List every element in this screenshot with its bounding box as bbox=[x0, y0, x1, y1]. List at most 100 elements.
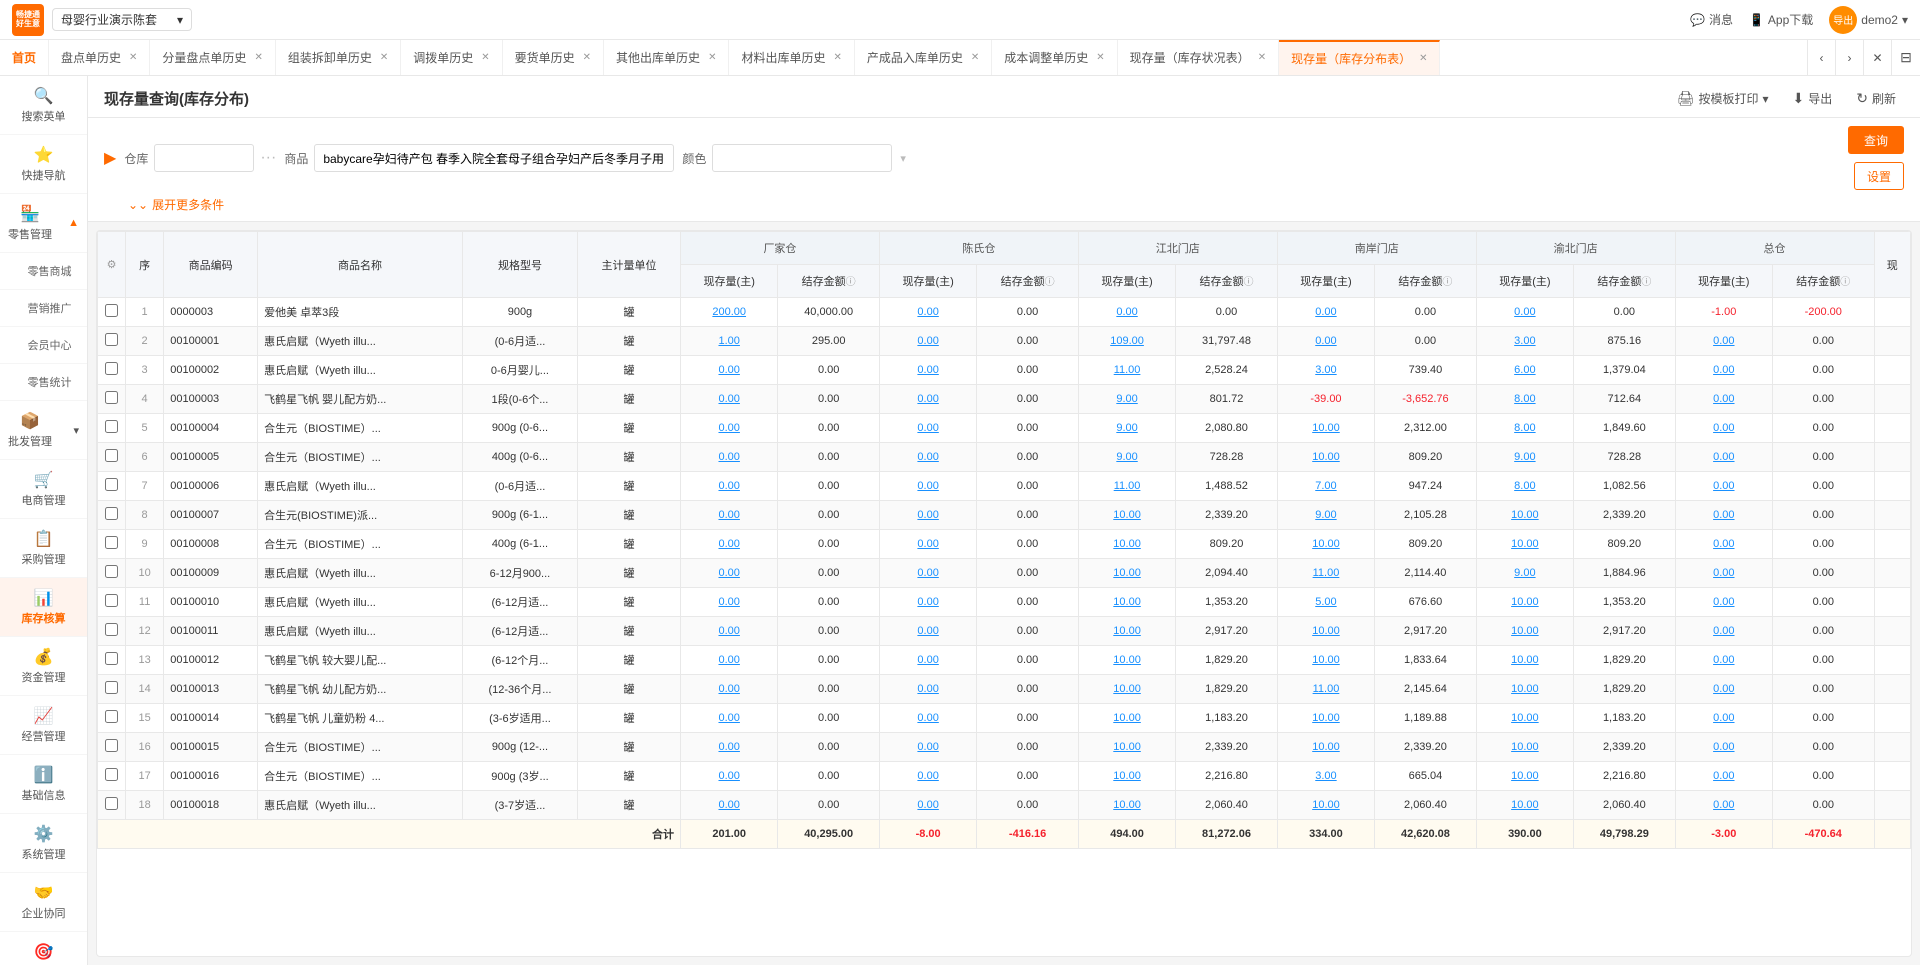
tab-yaohuo[interactable]: 要货单历史 ✕ bbox=[503, 40, 604, 76]
row-checkbox[interactable] bbox=[98, 385, 126, 414]
row-fac-stock[interactable]: 0.00 bbox=[680, 617, 777, 646]
info-icon[interactable]: ⓘ bbox=[1442, 277, 1452, 288]
row-na-stock[interactable]: 10.00 bbox=[1277, 704, 1374, 733]
row-chen-stock[interactable]: 0.00 bbox=[879, 501, 976, 530]
row-total-stock[interactable]: 0.00 bbox=[1675, 617, 1772, 646]
row-yb-stock[interactable]: 10.00 bbox=[1476, 733, 1573, 762]
row-jb-stock[interactable]: 10.00 bbox=[1078, 617, 1175, 646]
close-icon[interactable]: ✕ bbox=[1096, 52, 1104, 63]
row-checkbox[interactable] bbox=[98, 646, 126, 675]
row-jb-stock[interactable]: 10.00 bbox=[1078, 588, 1175, 617]
row-chen-stock[interactable]: 0.00 bbox=[879, 762, 976, 791]
row-na-stock[interactable]: 10.00 bbox=[1277, 646, 1374, 675]
sidebar-item-retail-stats[interactable]: 零售统计 bbox=[0, 364, 87, 401]
sidebar-item-inventory[interactable]: 📊 库存核算 bbox=[0, 578, 87, 637]
tab-qita-chuku[interactable]: 其他出库单历史 ✕ bbox=[604, 40, 729, 76]
row-total-stock[interactable]: 0.00 bbox=[1675, 443, 1772, 472]
row-chen-stock[interactable]: 0.00 bbox=[879, 617, 976, 646]
row-total-stock[interactable]: 0.00 bbox=[1675, 733, 1772, 762]
row-na-stock[interactable]: 10.00 bbox=[1277, 414, 1374, 443]
sidebar-item-enterprise-collab[interactable]: 🤝 企业协同 bbox=[0, 873, 87, 932]
row-jb-stock[interactable]: 0.00 bbox=[1078, 298, 1175, 327]
row-chen-stock[interactable]: 0.00 bbox=[879, 327, 976, 356]
row-total-stock[interactable]: 0.00 bbox=[1675, 675, 1772, 704]
setting-button[interactable]: 设置 bbox=[1854, 162, 1904, 190]
close-icon[interactable]: ✕ bbox=[481, 52, 489, 63]
settings-icon[interactable]: ⚙ bbox=[107, 259, 117, 271]
row-total-stock[interactable]: 0.00 bbox=[1675, 646, 1772, 675]
row-chen-stock[interactable]: 0.00 bbox=[879, 356, 976, 385]
row-jb-stock[interactable]: 9.00 bbox=[1078, 385, 1175, 414]
row-chen-stock[interactable]: 0.00 bbox=[879, 472, 976, 501]
row-yb-stock[interactable]: 8.00 bbox=[1476, 414, 1573, 443]
sidebar-item-wholesale-mgmt[interactable]: 📦 批发管理 ▾ bbox=[0, 401, 87, 460]
sidebar-item-ecommerce[interactable]: 🛒 电商管理 bbox=[0, 460, 87, 519]
sidebar-item-quick-nav[interactable]: ⭐ 快捷导航 bbox=[0, 135, 87, 194]
sidebar-item-basic-info[interactable]: ℹ️ 基础信息 bbox=[0, 755, 87, 814]
row-fac-stock[interactable]: 0.00 bbox=[680, 356, 777, 385]
row-checkbox[interactable] bbox=[98, 298, 126, 327]
sidebar-item-marketing[interactable]: 营销推广 bbox=[0, 290, 87, 327]
row-checkbox[interactable] bbox=[98, 733, 126, 762]
row-checkbox[interactable] bbox=[98, 414, 126, 443]
sidebar-item-purchase[interactable]: 📋 采购管理 bbox=[0, 519, 87, 578]
row-yb-stock[interactable]: 10.00 bbox=[1476, 791, 1573, 820]
sidebar-item-search[interactable]: 🔍 搜索英单 bbox=[0, 76, 87, 135]
close-icon[interactable]: ✕ bbox=[380, 52, 388, 63]
row-fac-stock[interactable]: 0.00 bbox=[680, 762, 777, 791]
filter-toggle-arrow[interactable]: ▶ bbox=[104, 148, 116, 168]
row-total-stock[interactable]: 0.00 bbox=[1675, 704, 1772, 733]
row-na-stock[interactable]: 10.00 bbox=[1277, 443, 1374, 472]
row-checkbox[interactable] bbox=[98, 501, 126, 530]
row-checkbox[interactable] bbox=[98, 443, 126, 472]
row-jb-stock[interactable]: 10.00 bbox=[1078, 704, 1175, 733]
row-total-stock[interactable]: 0.00 bbox=[1675, 501, 1772, 530]
tab-chengben[interactable]: 成本调整单历史 ✕ bbox=[992, 40, 1117, 76]
row-chen-stock[interactable]: 0.00 bbox=[879, 385, 976, 414]
row-chen-stock[interactable]: 0.00 bbox=[879, 298, 976, 327]
row-fac-stock[interactable]: 0.00 bbox=[680, 559, 777, 588]
row-total-stock[interactable]: 0.00 bbox=[1675, 762, 1772, 791]
row-checkbox[interactable] bbox=[98, 530, 126, 559]
row-fac-stock[interactable]: 0.00 bbox=[680, 472, 777, 501]
row-chen-stock[interactable]: 0.00 bbox=[879, 443, 976, 472]
row-na-stock[interactable]: 11.00 bbox=[1277, 675, 1374, 704]
nav-expand-button[interactable]: ⊟ bbox=[1892, 40, 1920, 76]
row-na-stock[interactable]: 11.00 bbox=[1277, 559, 1374, 588]
warehouse-more-icon[interactable]: ··· bbox=[260, 149, 276, 167]
tab-pandian[interactable]: 盘点单历史 ✕ bbox=[49, 40, 150, 76]
row-fac-stock[interactable]: 0.00 bbox=[680, 414, 777, 443]
row-total-stock[interactable]: 0.00 bbox=[1675, 356, 1772, 385]
sidebar-item-system[interactable]: ⚙️ 系统管理 bbox=[0, 814, 87, 873]
row-na-stock[interactable]: 5.00 bbox=[1277, 588, 1374, 617]
info-icon[interactable]: ⓘ bbox=[1840, 277, 1850, 288]
app-download-button[interactable]: 📱 App下载 bbox=[1749, 11, 1813, 28]
row-chen-stock[interactable]: 0.00 bbox=[879, 704, 976, 733]
row-chen-stock[interactable]: 0.00 bbox=[879, 588, 976, 617]
info-icon[interactable]: ⓘ bbox=[1641, 277, 1651, 288]
tab-cailiao-chuku[interactable]: 材料出库单历史 ✕ bbox=[729, 40, 854, 76]
close-icon[interactable]: ✕ bbox=[971, 52, 979, 63]
row-chen-stock[interactable]: 0.00 bbox=[879, 559, 976, 588]
row-fac-stock[interactable]: 0.00 bbox=[680, 791, 777, 820]
row-jb-stock[interactable]: 9.00 bbox=[1078, 443, 1175, 472]
row-fac-stock[interactable]: 0.00 bbox=[680, 443, 777, 472]
row-na-stock[interactable]: 0.00 bbox=[1277, 327, 1374, 356]
message-button[interactable]: 💬 消息 bbox=[1690, 11, 1733, 28]
row-jb-stock[interactable]: 10.00 bbox=[1078, 791, 1175, 820]
row-na-stock[interactable]: 0.00 bbox=[1277, 298, 1374, 327]
row-yb-stock[interactable]: 8.00 bbox=[1476, 472, 1573, 501]
sidebar-item-retail-mall[interactable]: 零售商城 bbox=[0, 253, 87, 290]
col-settings[interactable]: ⚙ bbox=[98, 232, 126, 298]
row-jb-stock[interactable]: 10.00 bbox=[1078, 530, 1175, 559]
tab-xiancu-fenbu[interactable]: 现存量（库存分布表） ✕ bbox=[1279, 40, 1440, 76]
tab-chanpinru[interactable]: 产成品入库单历史 ✕ bbox=[855, 40, 992, 76]
color-dropdown-icon[interactable]: ▾ bbox=[900, 152, 906, 165]
row-checkbox[interactable] bbox=[98, 791, 126, 820]
info-icon[interactable]: ⓘ bbox=[846, 277, 856, 288]
info-icon[interactable]: ⓘ bbox=[1045, 277, 1055, 288]
query-button[interactable]: 查询 bbox=[1848, 126, 1904, 154]
row-na-stock[interactable]: 10.00 bbox=[1277, 791, 1374, 820]
row-na-stock[interactable]: 9.00 bbox=[1277, 501, 1374, 530]
close-icon[interactable]: ✕ bbox=[129, 52, 137, 63]
